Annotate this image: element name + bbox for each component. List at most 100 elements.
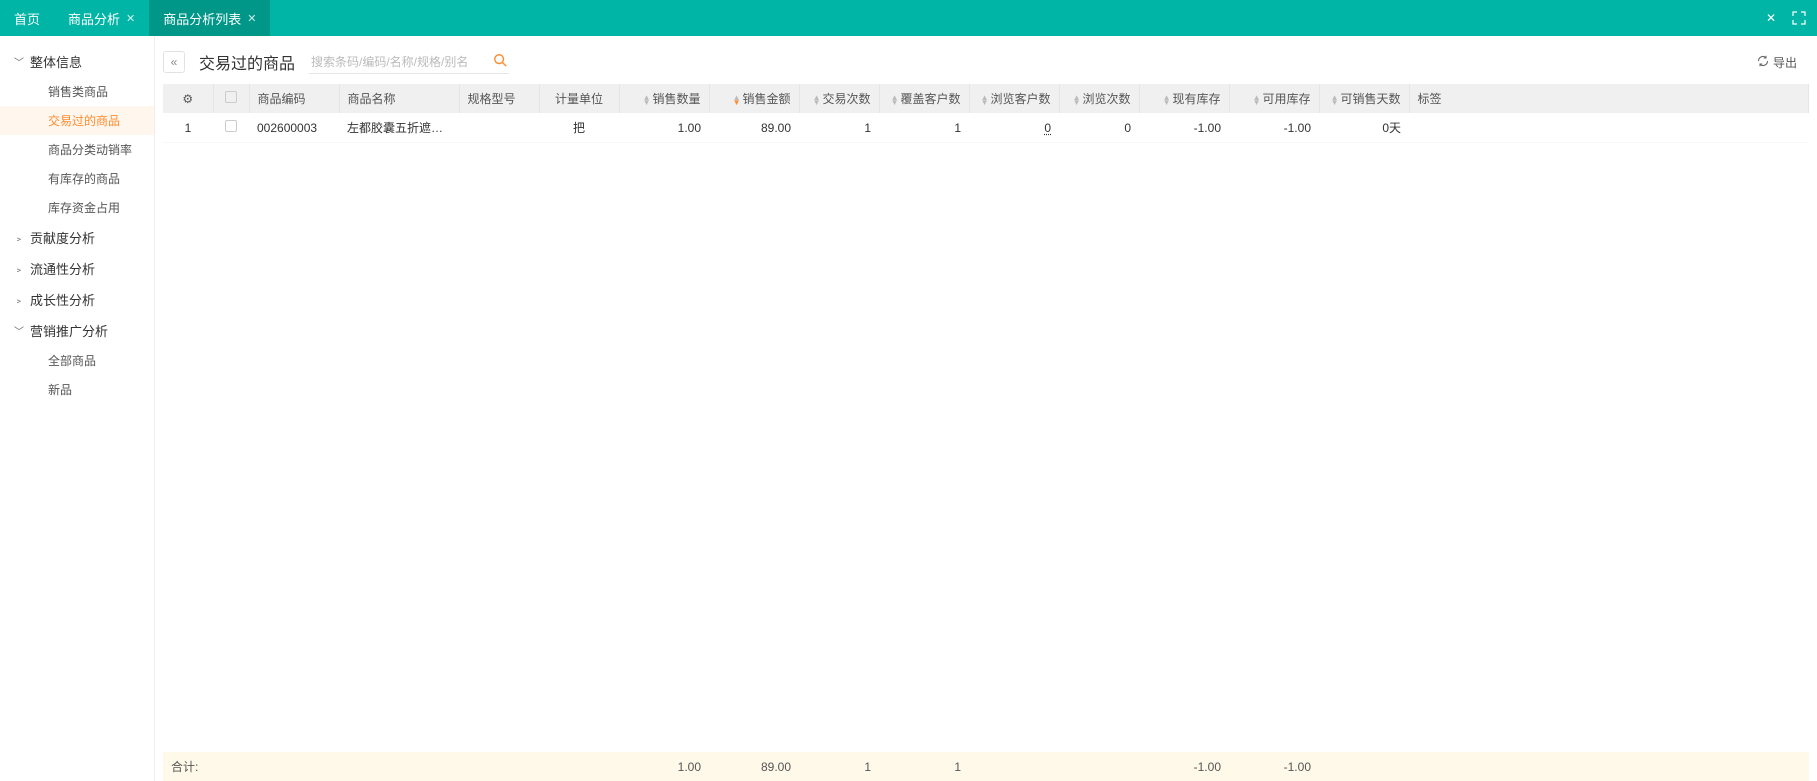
- column-code[interactable]: 商品编码: [249, 84, 339, 113]
- sidebar-item-new-products[interactable]: 新品: [0, 375, 154, 404]
- tab-label: 商品分析列表: [163, 9, 241, 28]
- cell-tag: [1409, 113, 1809, 143]
- column-spec[interactable]: 规格型号: [459, 84, 539, 113]
- column-select-all[interactable]: [213, 84, 249, 113]
- sidebar-group-contribution[interactable]: ﹥ 贡献度分析: [0, 222, 154, 253]
- sidebar-group-label: 整体信息: [30, 52, 82, 71]
- page-title: 交易过的商品: [199, 50, 295, 74]
- table-header-row: ⚙ 商品编码 商品名称 规格型号 计量单位 ▲▼销售数量 ▲▼销售金额 ▲▼交易…: [163, 84, 1809, 113]
- sort-icon: ▲▼: [981, 95, 989, 105]
- sort-icon: ▲▼: [1163, 95, 1171, 105]
- cell-stock: -1.00: [1139, 113, 1229, 143]
- data-table: ⚙ 商品编码 商品名称 规格型号 计量单位 ▲▼销售数量 ▲▼销售金额 ▲▼交易…: [155, 84, 1817, 752]
- footer-txn: 1: [799, 760, 879, 774]
- chevron-right-icon: ﹥: [14, 292, 26, 307]
- footer-amt: 89.00: [709, 760, 799, 774]
- tab-bar: 首页 商品分析 ✕ 商品分析列表 ✕ ✕: [0, 0, 1817, 36]
- export-button[interactable]: 导出: [1757, 54, 1797, 71]
- cell-browse-customers[interactable]: 0: [969, 113, 1059, 143]
- sort-icon: ▲▼: [813, 95, 821, 105]
- chevron-down-icon: ﹀: [14, 323, 26, 338]
- chevron-right-icon: ﹥: [14, 261, 26, 276]
- sidebar-group-label: 贡献度分析: [30, 228, 95, 247]
- refresh-icon: [1757, 55, 1769, 70]
- cell-unit: 把: [539, 113, 619, 143]
- checkbox-icon: [225, 91, 237, 103]
- cell-qty: 1.00: [619, 113, 709, 143]
- cell-spec: [459, 113, 539, 143]
- cell-amt: 89.00: [709, 113, 799, 143]
- cell-days: 0天: [1319, 113, 1409, 143]
- sort-icon: ▲▼: [891, 95, 899, 105]
- cell-name: 左都胶囊五折遮阳伞防晒伞;: [339, 113, 459, 143]
- gear-icon: ⚙: [182, 92, 193, 106]
- search-icon[interactable]: [493, 53, 507, 70]
- footer-qty: 1.00: [619, 760, 709, 774]
- fullscreen-icon[interactable]: [1785, 0, 1813, 36]
- tab-product-analysis[interactable]: 商品分析 ✕: [54, 0, 149, 36]
- cell-code: 002600003: [249, 113, 339, 143]
- footer-stock: -1.00: [1139, 760, 1229, 774]
- cell-bcnt: 0: [1059, 113, 1139, 143]
- sidebar-item-sales-products[interactable]: 销售类商品: [0, 77, 154, 106]
- tab-bar-actions: ✕: [1757, 0, 1817, 36]
- checkbox-icon: [225, 120, 237, 132]
- column-cust[interactable]: ▲▼覆盖客户数: [879, 84, 969, 113]
- cell-index: 1: [163, 113, 213, 143]
- sidebar-item-in-stock[interactable]: 有库存的商品: [0, 164, 154, 193]
- table-row[interactable]: 1 002600003 左都胶囊五折遮阳伞防晒伞; 把 1.00 89.00 1…: [163, 113, 1809, 143]
- sidebar-item-traded-products[interactable]: 交易过的商品: [0, 106, 154, 135]
- close-all-icon[interactable]: ✕: [1757, 0, 1785, 36]
- cell-cust: 1: [879, 113, 969, 143]
- column-settings[interactable]: ⚙: [163, 84, 213, 113]
- footer-cust: 1: [879, 760, 969, 774]
- sidebar: ﹀ 整体信息 销售类商品 交易过的商品 商品分类动销率 有库存的商品 库存资金占…: [0, 36, 155, 781]
- sidebar-item-all-products[interactable]: 全部商品: [0, 346, 154, 375]
- cell-checkbox[interactable]: [213, 113, 249, 143]
- column-tag[interactable]: 标签: [1409, 84, 1809, 113]
- sidebar-item-category-rate[interactable]: 商品分类动销率: [0, 135, 154, 164]
- column-unit[interactable]: 计量单位: [539, 84, 619, 113]
- chevron-left-double-icon: «: [171, 55, 178, 69]
- column-bcust[interactable]: ▲▼浏览客户数: [969, 84, 1059, 113]
- search-field: [309, 51, 509, 74]
- tab-product-analysis-list[interactable]: 商品分析列表 ✕: [149, 0, 270, 36]
- sidebar-group-overall[interactable]: ﹀ 整体信息: [0, 46, 154, 77]
- sidebar-group-label: 成长性分析: [30, 290, 95, 309]
- sort-icon: ▲▼: [1331, 95, 1339, 105]
- column-days[interactable]: ▲▼可销售天数: [1319, 84, 1409, 113]
- sidebar-item-stock-capital[interactable]: 库存资金占用: [0, 193, 154, 222]
- search-input[interactable]: [309, 51, 509, 74]
- close-icon[interactable]: ✕: [247, 12, 256, 25]
- sort-icon: ▲▼: [643, 95, 651, 105]
- sidebar-group-label: 营销推广分析: [30, 321, 108, 340]
- sort-icon: ▲▼: [1253, 95, 1261, 105]
- tab-home[interactable]: 首页: [0, 0, 54, 36]
- cell-avstock: -1.00: [1229, 113, 1319, 143]
- sidebar-group-circulation[interactable]: ﹥ 流通性分析: [0, 253, 154, 284]
- footer-avstock: -1.00: [1229, 760, 1319, 774]
- column-txn[interactable]: ▲▼交易次数: [799, 84, 879, 113]
- sort-icon: ▲▼: [1073, 95, 1081, 105]
- column-name[interactable]: 商品名称: [339, 84, 459, 113]
- sidebar-group-marketing[interactable]: ﹀ 营销推广分析: [0, 315, 154, 346]
- collapse-sidebar-button[interactable]: «: [163, 51, 185, 73]
- tab-label: 商品分析: [68, 9, 120, 28]
- close-icon[interactable]: ✕: [126, 12, 135, 25]
- footer-label: 合计:: [163, 758, 213, 775]
- column-stock[interactable]: ▲▼现有库存: [1139, 84, 1229, 113]
- chevron-down-icon: ﹀: [14, 54, 26, 69]
- column-bcnt[interactable]: ▲▼浏览次数: [1059, 84, 1139, 113]
- export-label: 导出: [1773, 54, 1797, 71]
- sidebar-group-label: 流通性分析: [30, 259, 95, 278]
- column-avstock[interactable]: ▲▼可用库存: [1229, 84, 1319, 113]
- sort-icon: ▲▼: [733, 95, 741, 105]
- sidebar-group-growth[interactable]: ﹥ 成长性分析: [0, 284, 154, 315]
- table-footer-totals: 合计: 1.00 89.00 1 1 -1.00 -1.00: [163, 752, 1809, 781]
- column-amt[interactable]: ▲▼销售金额: [709, 84, 799, 113]
- column-qty[interactable]: ▲▼销售数量: [619, 84, 709, 113]
- cell-txn: 1: [799, 113, 879, 143]
- chevron-right-icon: ﹥: [14, 230, 26, 245]
- tab-label: 首页: [14, 9, 40, 28]
- toolbar: « 交易过的商品 导出: [155, 36, 1817, 84]
